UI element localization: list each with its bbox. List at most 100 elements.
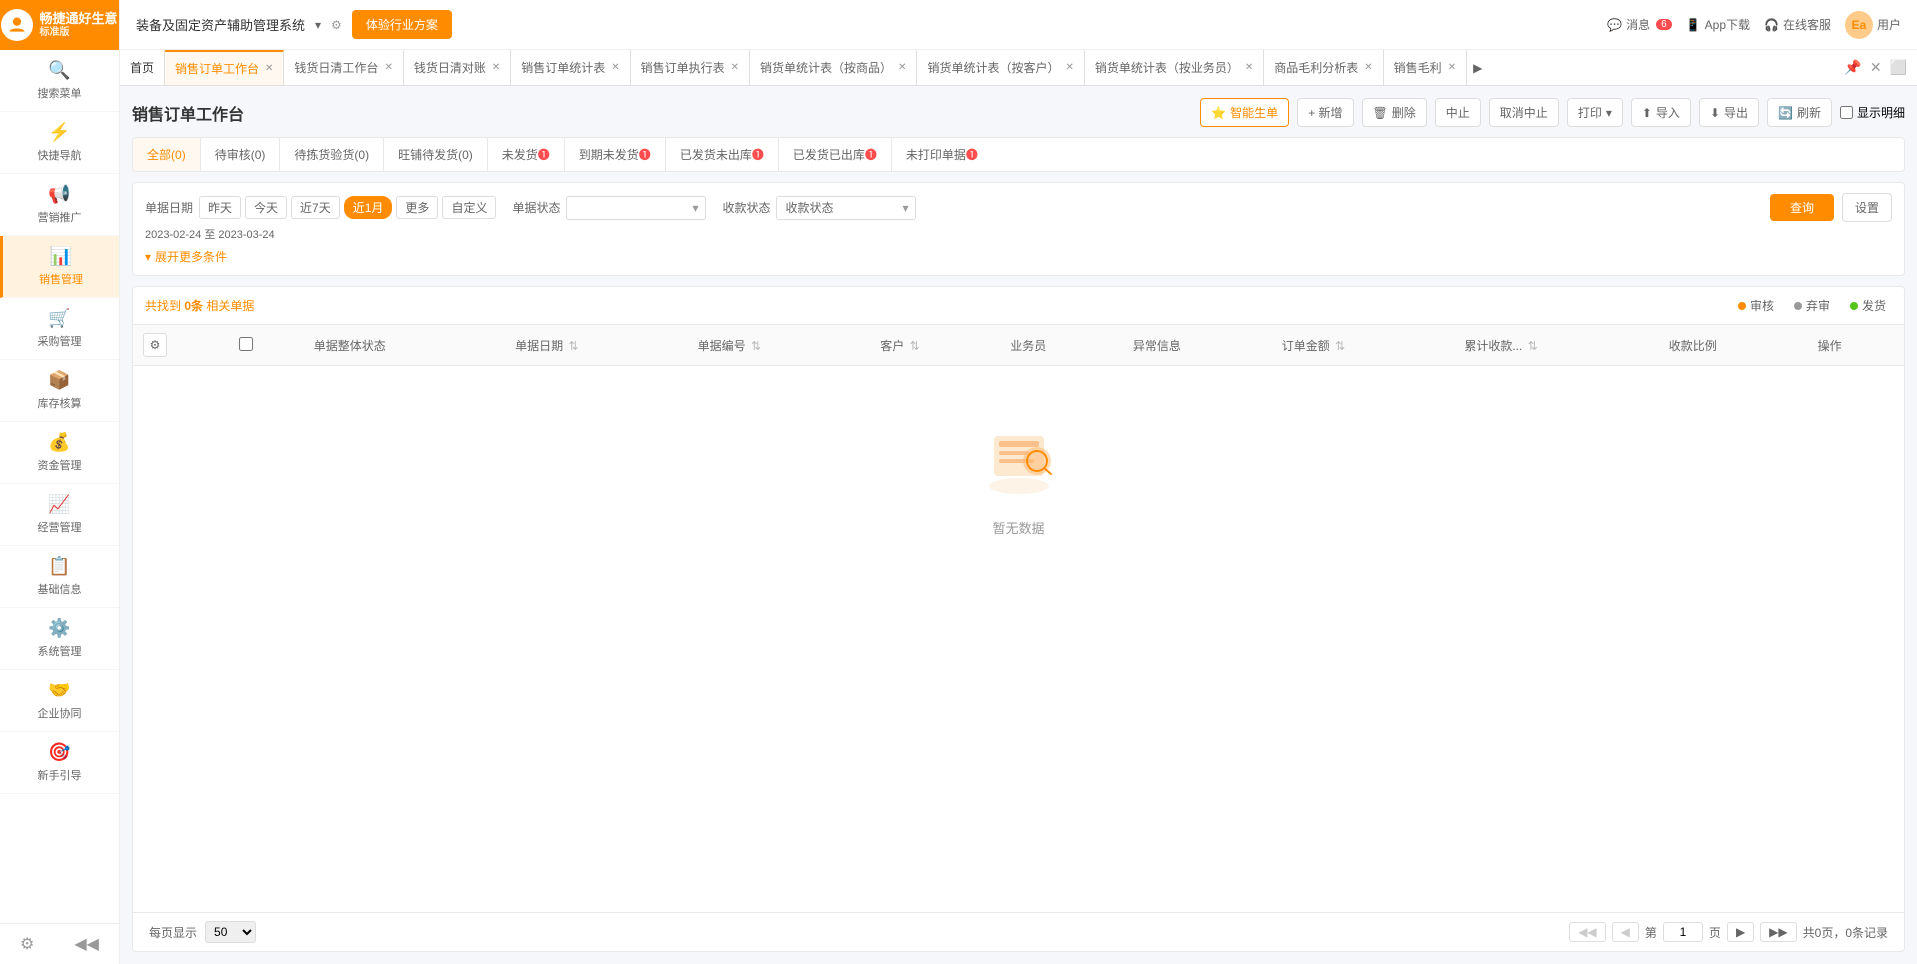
- sidebar-item-finance[interactable]: 💰 资金管理: [0, 422, 119, 484]
- sidebar-item-cooperation[interactable]: 🤝 企业协同: [0, 670, 119, 732]
- add-button[interactable]: + 新增: [1297, 98, 1353, 127]
- suspend-button[interactable]: 中止: [1435, 98, 1481, 127]
- tab-sales-summary-customer[interactable]: 销货单统计表（按客户） ✕: [917, 50, 1084, 86]
- smart-create-button[interactable]: ⭐ 智能生单: [1200, 98, 1289, 127]
- tab-sales-profit[interactable]: 销售毛利 ✕: [1384, 50, 1467, 86]
- collapse-btn[interactable]: ◀◀: [74, 934, 99, 954]
- tab-close-icon-5[interactable]: ✕: [731, 62, 739, 73]
- refresh-button[interactable]: 🔄 刷新: [1767, 98, 1832, 127]
- delete-button[interactable]: 🗑 删除: [1362, 98, 1427, 127]
- tab-cash-reconcile[interactable]: 钱货日清对账 ✕: [404, 50, 511, 86]
- next-page-button[interactable]: ▶: [1727, 922, 1754, 942]
- export-button[interactable]: ⬇ 导出: [1699, 98, 1759, 127]
- sort-icon[interactable]: ⇅: [568, 339, 578, 353]
- sort-icon-3[interactable]: ⇅: [910, 339, 920, 353]
- show-detail-checkbox[interactable]: [1840, 106, 1853, 119]
- date-btn-more[interactable]: 更多: [396, 196, 438, 219]
- date-btn-yesterday[interactable]: 昨天: [199, 196, 241, 219]
- tab-close-icon[interactable]: ✕: [265, 63, 273, 74]
- industry-solution-button[interactable]: 体验行业方案: [352, 10, 452, 39]
- settings-gear-icon[interactable]: ⚙: [331, 18, 342, 32]
- date-btn-7days[interactable]: 近7天: [291, 196, 340, 219]
- online-service-button[interactable]: 🎧 在线客服: [1764, 16, 1831, 33]
- payment-select-wrap: 收款状态: [776, 196, 916, 220]
- tab-close-icon-4[interactable]: ✕: [611, 62, 619, 73]
- tab-sales-workbench[interactable]: 销售订单工作台 ✕: [165, 50, 284, 86]
- print-button[interactable]: 打印 ▾: [1567, 98, 1623, 127]
- sidebar-item-purchase[interactable]: 🛒 采购管理: [0, 298, 119, 360]
- settings-bottom-btn[interactable]: ⚙: [20, 934, 34, 954]
- filter-tab-not-printed[interactable]: 未打印单据❶: [892, 138, 992, 171]
- query-button[interactable]: 查询: [1770, 194, 1834, 221]
- app-download-button[interactable]: 📱 App下载: [1686, 16, 1750, 33]
- tab-close-icon-8[interactable]: ✕: [1245, 62, 1253, 73]
- filter-tab-pending-inspect[interactable]: 待拣货验货(0): [280, 138, 384, 171]
- user-menu[interactable]: Ea 用户: [1845, 11, 1901, 39]
- per-page-select[interactable]: 10 20 50 100: [205, 921, 256, 943]
- sort-icon-4[interactable]: ⇅: [1335, 339, 1345, 353]
- tab-close-icon-7[interactable]: ✕: [1065, 62, 1073, 73]
- cancel-suspend-button[interactable]: 取消中止: [1489, 98, 1559, 127]
- page-number-input[interactable]: [1663, 922, 1703, 942]
- tab-cash-daily[interactable]: 钱货日清工作台 ✕: [284, 50, 403, 86]
- empty-illustration: [969, 406, 1069, 506]
- date-btn-custom[interactable]: 自定义: [442, 196, 496, 219]
- sidebar-item-guide[interactable]: 🎯 新手引导: [0, 732, 119, 794]
- table-scroll[interactable]: ⚙ 单据整体状态 单据日期 ⇅: [133, 325, 1904, 912]
- import-icon: ⬆: [1642, 106, 1652, 120]
- review-button[interactable]: 审核: [1732, 295, 1780, 316]
- sidebar-item-system[interactable]: ⚙️ 系统管理: [0, 608, 119, 670]
- sidebar-item-inventory[interactable]: 📦 库存核算: [0, 360, 119, 422]
- first-page-button[interactable]: ◀◀: [1569, 922, 1605, 942]
- tab-more-button[interactable]: ▶: [1467, 61, 1488, 75]
- tab-home[interactable]: 首页: [120, 50, 165, 86]
- prev-page-button[interactable]: ◀: [1612, 922, 1639, 942]
- filter-tab-shipped-not-out[interactable]: 已发货未出库❶: [666, 138, 779, 171]
- filter-bar: 单据日期 昨天 今天 近7天 近1月 更多 自定义 单据状态: [132, 182, 1905, 276]
- last-page-button[interactable]: ▶▶: [1760, 922, 1796, 942]
- sidebar-item-marketing[interactable]: 📢 营销推广: [0, 174, 119, 236]
- tab-sales-exec[interactable]: 销售订单执行表 ✕: [631, 50, 750, 86]
- tab-close-icon-6[interactable]: ✕: [898, 62, 906, 73]
- tab-expand-icon[interactable]: ⬜: [1888, 57, 1909, 78]
- sidebar-item-search[interactable]: 🔍 搜索菜单: [0, 50, 119, 112]
- sort-icon-5[interactable]: ⇅: [1528, 339, 1538, 353]
- filter-tab-pending-review[interactable]: 待审核(0): [201, 138, 281, 171]
- sidebar-item-basic-info[interactable]: 📋 基础信息: [0, 546, 119, 608]
- system-dropdown[interactable]: ▾: [315, 18, 321, 32]
- sort-icon-2[interactable]: ⇅: [751, 339, 761, 353]
- app-logo: 畅捷通好生意 标准版: [0, 0, 119, 50]
- setting-button[interactable]: 设置: [1842, 193, 1892, 222]
- tab-margin-analysis[interactable]: 商品毛利分析表 ✕: [1264, 50, 1383, 86]
- tab-close-icon-10[interactable]: ✕: [1448, 62, 1456, 73]
- column-settings-button[interactable]: ⚙: [143, 333, 167, 357]
- show-detail-checkbox-wrap[interactable]: 显示明细: [1840, 104, 1905, 121]
- expand-conditions-button[interactable]: ▾ 展开更多条件: [145, 248, 227, 265]
- sidebar-item-sales[interactable]: 📊 销售管理: [0, 236, 119, 298]
- tab-sales-summary-staff[interactable]: 销货单统计表（按业务员） ✕: [1085, 50, 1264, 86]
- filter-tab-not-shipped[interactable]: 未发货❶: [488, 138, 565, 171]
- select-all-checkbox[interactable]: [239, 337, 253, 351]
- message-button[interactable]: 💬 消息 6: [1607, 16, 1672, 33]
- date-btn-1month[interactable]: 近1月: [344, 196, 393, 219]
- status-select[interactable]: [566, 196, 706, 220]
- payment-select[interactable]: 收款状态: [776, 196, 916, 220]
- ship-button[interactable]: 发货: [1844, 295, 1892, 316]
- tab-sales-stat[interactable]: 销售订单统计表 ✕: [511, 50, 630, 86]
- tab-sales-summary-product[interactable]: 销货单统计表（按商品） ✕: [750, 50, 917, 86]
- tab-close-icon-9[interactable]: ✕: [1364, 62, 1372, 73]
- tab-close-icon-3[interactable]: ✕: [492, 62, 500, 73]
- tab-close-all-icon[interactable]: ✕: [1868, 57, 1884, 78]
- tab-pin-icon[interactable]: 📌: [1842, 57, 1863, 78]
- sidebar-item-quick-nav[interactable]: ⚡ 快捷导航: [0, 112, 119, 174]
- filter-tab-all[interactable]: 全部(0): [133, 138, 201, 171]
- sidebar-item-operations[interactable]: 📈 经营管理: [0, 484, 119, 546]
- date-btn-today[interactable]: 今天: [245, 196, 287, 219]
- import-button[interactable]: ⬆ 导入: [1631, 98, 1691, 127]
- abandon-review-button[interactable]: 弃审: [1788, 295, 1836, 316]
- filter-tab-shipped-out[interactable]: 已发货已出库❶: [779, 138, 892, 171]
- review-label: 审核: [1750, 297, 1774, 314]
- tab-close-icon-2[interactable]: ✕: [384, 62, 392, 73]
- filter-tab-overdue[interactable]: 到期未发货❶: [565, 138, 666, 171]
- filter-tab-wangpu-ship[interactable]: 旺铺待发货(0): [384, 138, 488, 171]
